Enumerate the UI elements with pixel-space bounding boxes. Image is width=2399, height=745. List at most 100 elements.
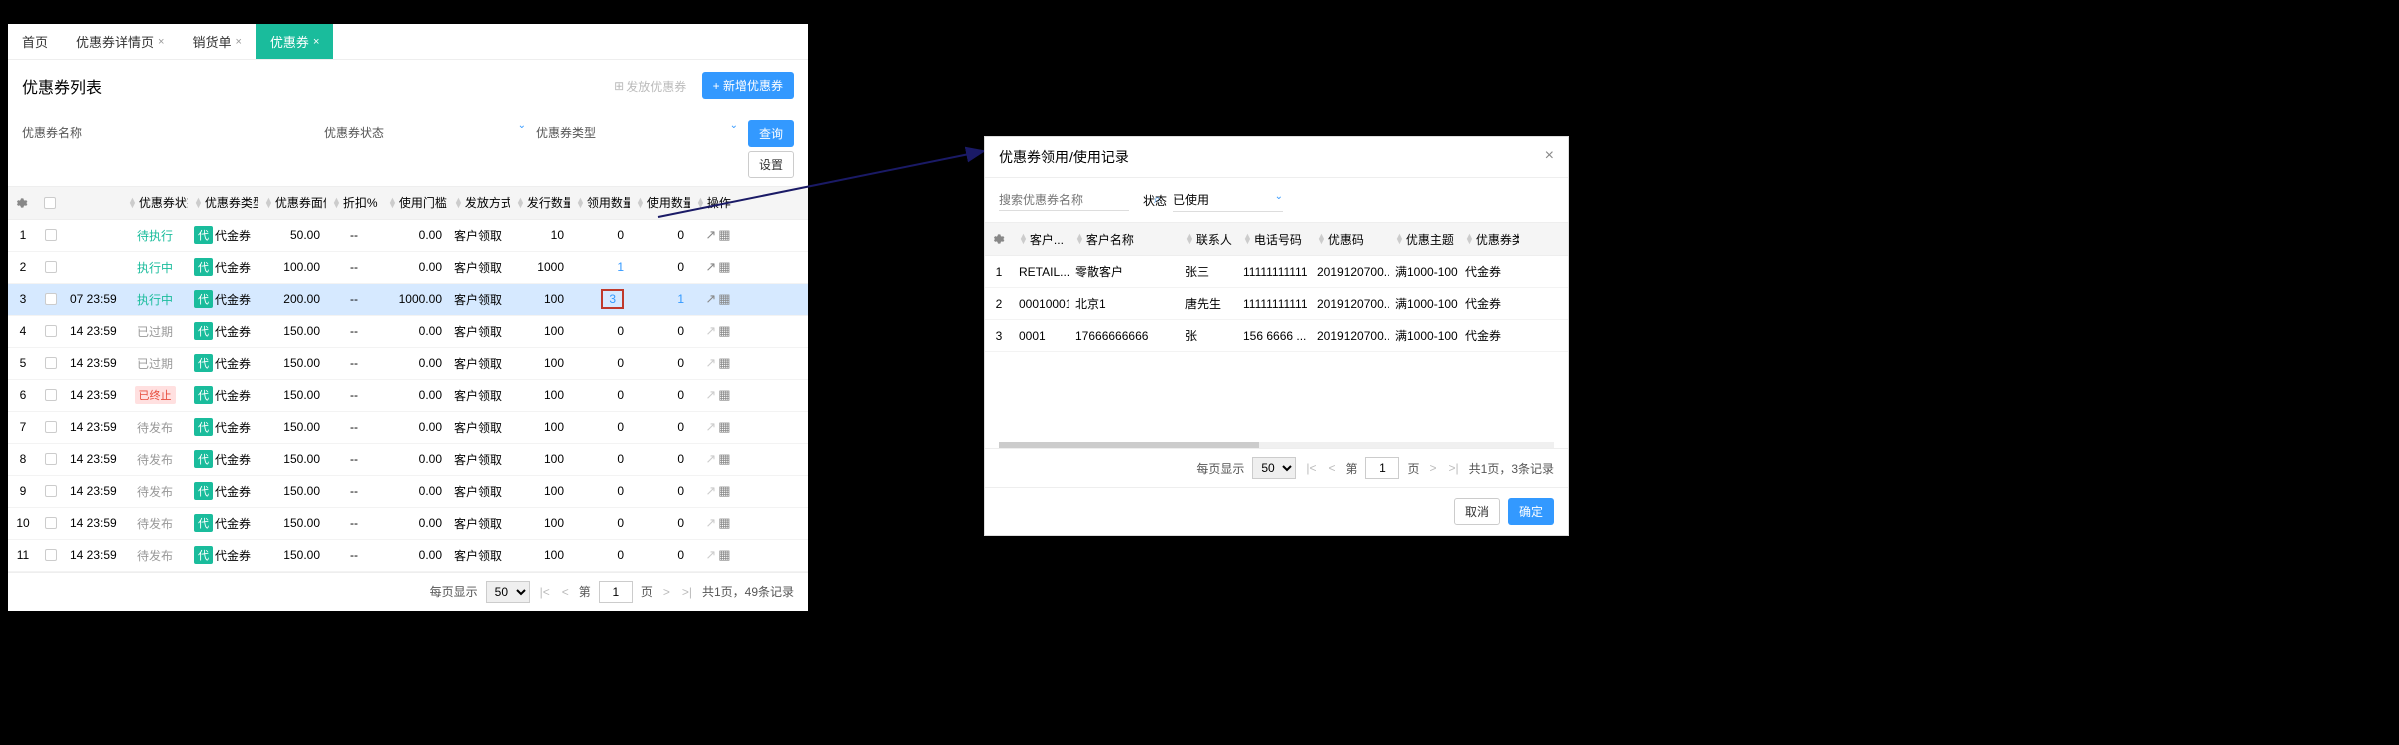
prev-page-button[interactable]: < bbox=[560, 585, 571, 599]
tab-1[interactable]: 优惠券详情页× bbox=[62, 24, 178, 59]
table-row[interactable]: 2执行中代 代金券100.00--0.00客户领取100010↗ ▦ bbox=[8, 252, 808, 284]
row-checkbox[interactable] bbox=[45, 293, 57, 305]
column-header[interactable]: ▲▼优惠码 bbox=[1311, 231, 1389, 248]
qrcode-icon[interactable]: ▦ bbox=[718, 547, 730, 563]
used-count-link[interactable]: 1 bbox=[677, 292, 684, 306]
column-header[interactable] bbox=[38, 197, 64, 209]
gear-icon[interactable] bbox=[991, 232, 1005, 246]
qrcode-icon[interactable]: ▦ bbox=[718, 291, 730, 307]
column-header[interactable]: ▲▼优惠主题 bbox=[1389, 231, 1459, 248]
qrcode-icon[interactable]: ▦ bbox=[718, 355, 730, 371]
column-header[interactable] bbox=[8, 196, 38, 210]
qrcode-icon[interactable]: ▦ bbox=[718, 323, 730, 339]
query-button[interactable]: 查询 bbox=[748, 120, 794, 147]
column-header[interactable]: ▲▼客户名称 bbox=[1069, 231, 1179, 248]
qrcode-icon[interactable]: ▦ bbox=[718, 483, 730, 499]
filter-name-input[interactable] bbox=[104, 120, 314, 146]
first-page-button[interactable]: |< bbox=[538, 585, 552, 599]
last-page-button[interactable]: >| bbox=[1447, 461, 1461, 475]
receive-count-link[interactable]: 1 bbox=[617, 260, 624, 274]
close-icon[interactable]: × bbox=[235, 36, 241, 48]
row-checkbox[interactable] bbox=[45, 229, 57, 241]
qrcode-icon[interactable]: ▦ bbox=[718, 515, 730, 531]
ok-button[interactable]: 确定 bbox=[1508, 498, 1554, 525]
column-header[interactable]: ▲▼操作 bbox=[690, 194, 746, 211]
page-input[interactable] bbox=[1365, 457, 1399, 479]
page-input[interactable] bbox=[599, 581, 633, 603]
distribute-coupon-button[interactable]: ⊞ 发放优惠券 bbox=[603, 73, 697, 100]
column-header[interactable]: ▲▼优惠券面值 bbox=[258, 194, 326, 211]
filter-status-select[interactable]: ⌄ bbox=[406, 120, 526, 131]
table-row[interactable]: 814 23:59待发布代 代金券150.00--0.00客户领取10000↗ … bbox=[8, 444, 808, 476]
share-icon: ↗ bbox=[705, 419, 716, 435]
receive-count-highlight[interactable]: 3 bbox=[601, 289, 624, 309]
share-icon[interactable]: ↗ bbox=[705, 291, 716, 307]
settings-button[interactable]: 设置 bbox=[748, 151, 794, 178]
table-row[interactable]: 1014 23:59待发布代 代金券150.00--0.00客户领取10000↗… bbox=[8, 508, 808, 540]
column-header[interactable]: ▲▼优惠券类 bbox=[1459, 231, 1519, 248]
qrcode-icon[interactable]: ▦ bbox=[718, 419, 730, 435]
table-row[interactable]: 714 23:59待发布代 代金券150.00--0.00客户领取10000↗ … bbox=[8, 412, 808, 444]
tab-0[interactable]: 首页 bbox=[8, 24, 62, 59]
cell: 客户领取 bbox=[448, 515, 510, 532]
column-header[interactable]: ▲▼发放方式 bbox=[448, 194, 510, 211]
select-all-checkbox[interactable] bbox=[44, 197, 56, 209]
status-select[interactable]: 已使用 ⌄ bbox=[1173, 188, 1283, 212]
table-row[interactable]: 514 23:59已过期代 代金券150.00--0.00客户领取10000↗ … bbox=[8, 348, 808, 380]
qrcode-icon[interactable]: ▦ bbox=[718, 259, 730, 275]
table-row[interactable]: 414 23:59已过期代 代金券150.00--0.00客户领取10000↗ … bbox=[8, 316, 808, 348]
table-row[interactable]: 1待执行代 代金券50.00--0.00客户领取1000↗ ▦ bbox=[8, 220, 808, 252]
column-header[interactable]: ▲▼使用门槛... bbox=[382, 194, 448, 211]
row-checkbox[interactable] bbox=[45, 357, 57, 369]
column-header[interactable]: ▲▼电话号码 bbox=[1237, 231, 1311, 248]
column-header[interactable]: ▲▼客户... bbox=[1013, 231, 1069, 248]
filter-type-select[interactable]: ⌄ bbox=[618, 120, 738, 131]
next-page-button[interactable]: > bbox=[1428, 461, 1439, 475]
horizontal-scrollbar[interactable] bbox=[999, 442, 1554, 448]
per-page-select[interactable]: 50 bbox=[1252, 457, 1296, 479]
row-checkbox[interactable] bbox=[45, 421, 57, 433]
row-checkbox[interactable] bbox=[45, 325, 57, 337]
close-icon[interactable]: × bbox=[158, 36, 164, 48]
qrcode-icon[interactable]: ▦ bbox=[718, 451, 730, 467]
row-checkbox[interactable] bbox=[45, 517, 57, 529]
last-page-button[interactable]: >| bbox=[680, 585, 694, 599]
qrcode-icon[interactable]: ▦ bbox=[718, 227, 730, 243]
column-header[interactable] bbox=[985, 232, 1013, 246]
search-input[interactable] bbox=[999, 190, 1154, 210]
row-checkbox[interactable] bbox=[45, 389, 57, 401]
add-coupon-button[interactable]: + 新增优惠券 bbox=[702, 72, 794, 99]
first-page-button[interactable]: |< bbox=[1304, 461, 1318, 475]
row-checkbox[interactable] bbox=[45, 549, 57, 561]
qrcode-icon[interactable]: ▦ bbox=[718, 387, 730, 403]
table-row[interactable]: 614 23:59已终止代 代金券150.00--0.00客户领取10000↗ … bbox=[8, 380, 808, 412]
share-icon[interactable]: ↗ bbox=[705, 259, 716, 275]
row-checkbox[interactable] bbox=[45, 261, 57, 273]
tab-2[interactable]: 销货单× bbox=[178, 24, 255, 59]
column-header[interactable]: ▲▼领用数量 bbox=[570, 194, 630, 211]
table-row[interactable]: 307 23:59执行中代 代金券200.00--1000.00客户领取1003… bbox=[8, 284, 808, 316]
table-row[interactable]: 3000117666666666张156 6666 ...2019120700.… bbox=[985, 320, 1568, 352]
tab-3[interactable]: 优惠券× bbox=[256, 24, 333, 59]
column-header[interactable]: ▲▼使用数量 bbox=[630, 194, 690, 211]
share-icon[interactable]: ↗ bbox=[705, 227, 716, 243]
gear-icon[interactable] bbox=[14, 196, 28, 210]
column-header[interactable]: ▲▼优惠券类型 bbox=[188, 194, 258, 211]
column-header[interactable]: ▲▼优惠券状态 bbox=[122, 194, 188, 211]
scrollbar-thumb[interactable] bbox=[999, 442, 1259, 448]
close-icon[interactable]: × bbox=[1545, 147, 1554, 167]
table-row[interactable]: 914 23:59待发布代 代金券150.00--0.00客户领取10000↗ … bbox=[8, 476, 808, 508]
close-icon[interactable]: × bbox=[313, 36, 319, 48]
table-row[interactable]: 1RETAIL...零散客户张三111111111112019120700...… bbox=[985, 256, 1568, 288]
column-header[interactable]: ▲▼发行数量 bbox=[510, 194, 570, 211]
column-header[interactable]: ▲▼折扣% bbox=[326, 194, 382, 211]
next-page-button[interactable]: > bbox=[661, 585, 672, 599]
table-row[interactable]: 200010001北京1唐先生111111111112019120700...满… bbox=[985, 288, 1568, 320]
prev-page-button[interactable]: < bbox=[1326, 461, 1337, 475]
column-header[interactable]: ▲▼联系人 bbox=[1179, 231, 1237, 248]
cancel-button[interactable]: 取消 bbox=[1454, 498, 1500, 525]
per-page-select[interactable]: 50 bbox=[486, 581, 530, 603]
table-row[interactable]: 1114 23:59待发布代 代金券150.00--0.00客户领取10000↗… bbox=[8, 540, 808, 572]
row-checkbox[interactable] bbox=[45, 453, 57, 465]
row-checkbox[interactable] bbox=[45, 485, 57, 497]
